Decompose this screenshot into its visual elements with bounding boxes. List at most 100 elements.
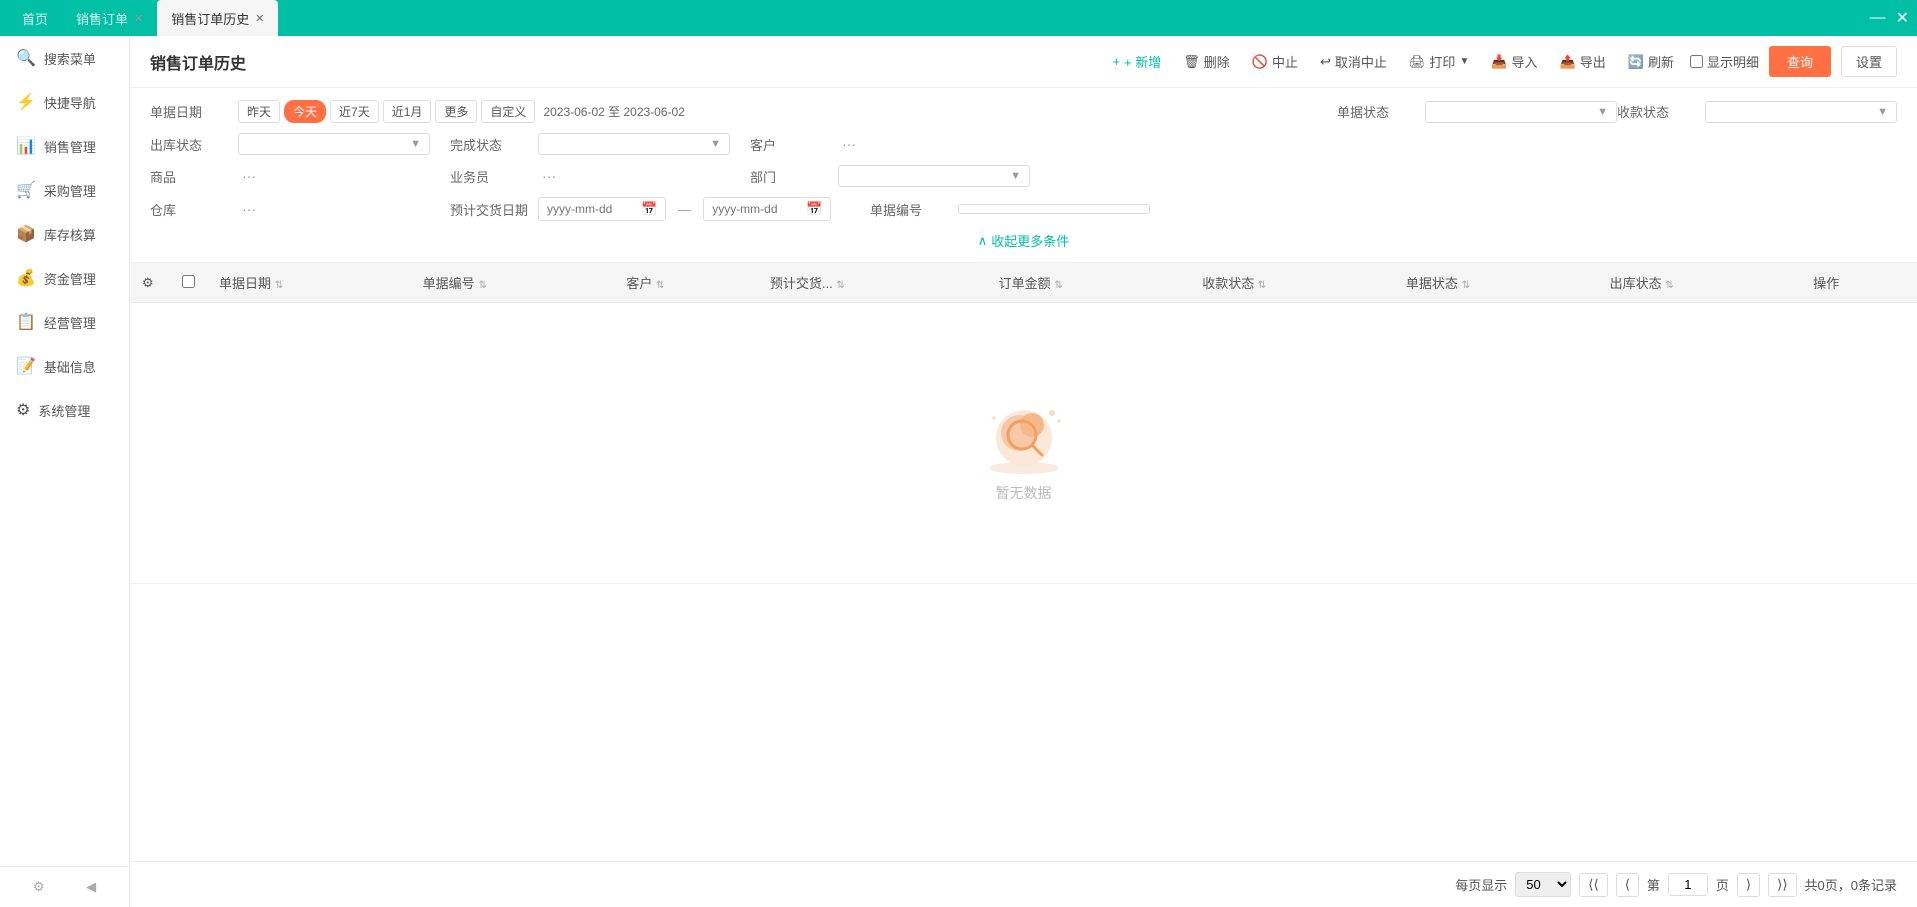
query-button[interactable]: 查询 bbox=[1769, 46, 1831, 77]
delivery-start-input[interactable] bbox=[547, 202, 637, 216]
display-detail-checkbox[interactable] bbox=[1690, 55, 1703, 68]
calendar-end-icon[interactable]: 📅 bbox=[806, 201, 822, 217]
import-button[interactable]: 📥 导入 bbox=[1485, 48, 1543, 75]
filter-col-dept: 部门 ▼ bbox=[750, 165, 1030, 187]
print-button[interactable]: 🖨 打印 ▼ bbox=[1403, 48, 1475, 75]
filter-area: 单据日期 昨天 今天 近7天 近1月 更多 自定义 2023-06-02 至 2… bbox=[130, 88, 1917, 263]
th-settings[interactable]: ⚙ bbox=[130, 263, 170, 303]
th-outbound-status[interactable]: 出库状态 ⇅ bbox=[1598, 263, 1802, 303]
sidebar-item-operations-label: 经营管理 bbox=[44, 313, 96, 332]
settings-button[interactable]: 设置 bbox=[1841, 46, 1897, 77]
tab-home[interactable]: 首页 bbox=[8, 0, 62, 36]
tab-sales-order-history-label: 销售订单历史 bbox=[171, 9, 249, 28]
tab-sales-order[interactable]: 销售订单 ✕ bbox=[62, 0, 157, 36]
th-customer[interactable]: 客户 ⇅ bbox=[614, 263, 758, 303]
empty-text: 暂无数据 bbox=[996, 483, 1052, 503]
filter-col-customer: 客户 ··· bbox=[750, 135, 1030, 154]
th-operation-label: 操作 bbox=[1813, 276, 1839, 291]
product-picker[interactable]: ··· bbox=[238, 168, 260, 184]
th-checkbox[interactable] bbox=[170, 263, 207, 303]
new-button[interactable]: + + 新增 bbox=[1106, 48, 1167, 75]
print-icon: 🖨 bbox=[1409, 54, 1426, 70]
warehouse-picker[interactable]: ··· bbox=[238, 201, 260, 217]
th-doc-status[interactable]: 单据状态 ⇅ bbox=[1394, 263, 1598, 303]
sidebar-item-sales-label: 销售管理 bbox=[44, 137, 96, 156]
page-title: 销售订单历史 bbox=[150, 50, 246, 74]
finance-icon: 💰 bbox=[16, 268, 36, 288]
tab-sales-order-history[interactable]: 销售订单历史 ✕ bbox=[157, 0, 278, 36]
outbound-select[interactable]: ▼ bbox=[238, 133, 430, 155]
filter-row-3: 商品 ··· 业务员 ··· 部门 ▼ bbox=[150, 165, 1897, 187]
sidebar-collapse-icon[interactable]: ◀ bbox=[86, 879, 96, 895]
th-receipt-sort-icon: ⇅ bbox=[1258, 280, 1266, 291]
inventory-icon: 📦 bbox=[16, 224, 36, 244]
window-close[interactable]: ✕ bbox=[1896, 8, 1909, 28]
sidebar-item-inventory-label: 库存核算 bbox=[44, 225, 96, 244]
th-customer-label: 客户 bbox=[626, 276, 652, 291]
select-all-checkbox[interactable] bbox=[182, 275, 195, 288]
refresh-label: 刷新 bbox=[1648, 52, 1674, 71]
display-detail-check[interactable]: 显示明细 bbox=[1690, 52, 1759, 71]
th-no[interactable]: 单据编号 ⇅ bbox=[411, 263, 615, 303]
th-date-sort-icon: ⇅ bbox=[275, 280, 283, 291]
page-size-select[interactable]: 50 10 20 100 bbox=[1515, 872, 1571, 897]
date-btn-7days[interactable]: 近7天 bbox=[330, 100, 379, 123]
sidebar-item-finance[interactable]: 💰 资金管理 bbox=[0, 256, 129, 300]
status-select[interactable]: ▼ bbox=[1425, 101, 1617, 123]
receipt-status-label: 收款状态 bbox=[1617, 102, 1697, 121]
th-date-label: 单据日期 bbox=[219, 276, 271, 291]
collapse-up-icon: ∧ bbox=[978, 233, 988, 249]
dept-select[interactable]: ▼ bbox=[838, 165, 1030, 187]
complete-arrow-icon: ▼ bbox=[710, 138, 721, 150]
quick-nav-icon: ⚡ bbox=[16, 92, 36, 112]
export-button[interactable]: 📤 导出 bbox=[1554, 48, 1612, 75]
product-label: 商品 bbox=[150, 167, 230, 186]
sidebar-item-inventory[interactable]: 📦 库存核算 bbox=[0, 212, 129, 256]
filter-col-outbound: 出库状态 ▼ bbox=[150, 133, 430, 155]
th-doc-sort-icon: ⇅ bbox=[1462, 280, 1470, 291]
date-buttons: 昨天 今天 近7天 近1月 更多 自定义 bbox=[238, 100, 535, 123]
sidebar-item-purchase[interactable]: 🛒 采购管理 bbox=[0, 168, 129, 212]
th-delivery[interactable]: 预计交货... ⇅ bbox=[758, 263, 987, 303]
sidebar-item-quick-nav[interactable]: ⚡ 快捷导航 bbox=[0, 80, 129, 124]
salesperson-picker[interactable]: ··· bbox=[538, 168, 560, 184]
sidebar-item-search-menu[interactable]: 🔍 搜索菜单 bbox=[0, 36, 129, 80]
sidebar-item-system[interactable]: ⚙ 系统管理 bbox=[0, 388, 129, 432]
sidebar-item-sales[interactable]: 📊 销售管理 bbox=[0, 124, 129, 168]
sidebar-item-operations[interactable]: 📋 经营管理 bbox=[0, 300, 129, 344]
sidebar-item-basic-info-label: 基础信息 bbox=[44, 357, 96, 376]
refresh-button[interactable]: 🔄 刷新 bbox=[1622, 48, 1680, 75]
date-btn-today[interactable]: 今天 bbox=[284, 100, 326, 123]
print-label: 打印 bbox=[1429, 52, 1455, 71]
tab-sales-order-close[interactable]: ✕ bbox=[134, 12, 143, 25]
cancel-stop-button[interactable]: ↩ 取消中止 bbox=[1314, 48, 1393, 75]
collapse-button[interactable]: ∧ 收起更多条件 bbox=[150, 231, 1897, 250]
sidebar-item-basic-info[interactable]: 📝 基础信息 bbox=[0, 344, 129, 388]
delivery-end-input[interactable] bbox=[712, 202, 802, 216]
order-no-input[interactable] bbox=[958, 204, 1150, 214]
tab-sales-order-history-close[interactable]: ✕ bbox=[255, 12, 264, 25]
stop-button[interactable]: 🚫 中止 bbox=[1246, 48, 1304, 75]
page-next-button[interactable]: ⟩ bbox=[1737, 873, 1760, 897]
sidebar-settings-icon[interactable]: ⚙ bbox=[33, 879, 45, 895]
date-btn-custom[interactable]: 自定义 bbox=[481, 100, 535, 123]
pagination: 每页显示 50 10 20 100 ⟨⟨ ⟨ 第 页 ⟩ ⟩⟩ 共0页，0条记录 bbox=[130, 861, 1917, 907]
date-btn-more[interactable]: 更多 bbox=[435, 100, 477, 123]
receipt-status-select[interactable]: ▼ bbox=[1705, 101, 1897, 123]
customer-picker[interactable]: ··· bbox=[838, 136, 860, 152]
filter-col-delivery-date: 预计交货日期 📅 — 📅 bbox=[450, 197, 850, 221]
delete-button[interactable]: 🗑 删除 bbox=[1177, 48, 1236, 75]
th-date[interactable]: 单据日期 ⇅ bbox=[207, 263, 411, 303]
page-last-button[interactable]: ⟩⟩ bbox=[1768, 873, 1796, 897]
date-btn-1month[interactable]: 近1月 bbox=[383, 100, 432, 123]
window-minimize[interactable]: — bbox=[1870, 9, 1886, 27]
th-receipt-status[interactable]: 收款状态 ⇅ bbox=[1190, 263, 1394, 303]
th-amount[interactable]: 订单金额 ⇅ bbox=[987, 263, 1191, 303]
page-number-input[interactable] bbox=[1668, 873, 1708, 896]
page-prev-button[interactable]: ⟨ bbox=[1616, 873, 1639, 897]
date-btn-yesterday[interactable]: 昨天 bbox=[238, 100, 280, 123]
complete-select[interactable]: ▼ bbox=[538, 133, 730, 155]
calendar-start-icon[interactable]: 📅 bbox=[641, 201, 657, 217]
filter-col-complete: 完成状态 ▼ bbox=[450, 133, 730, 155]
page-first-button[interactable]: ⟨⟨ bbox=[1579, 873, 1607, 897]
